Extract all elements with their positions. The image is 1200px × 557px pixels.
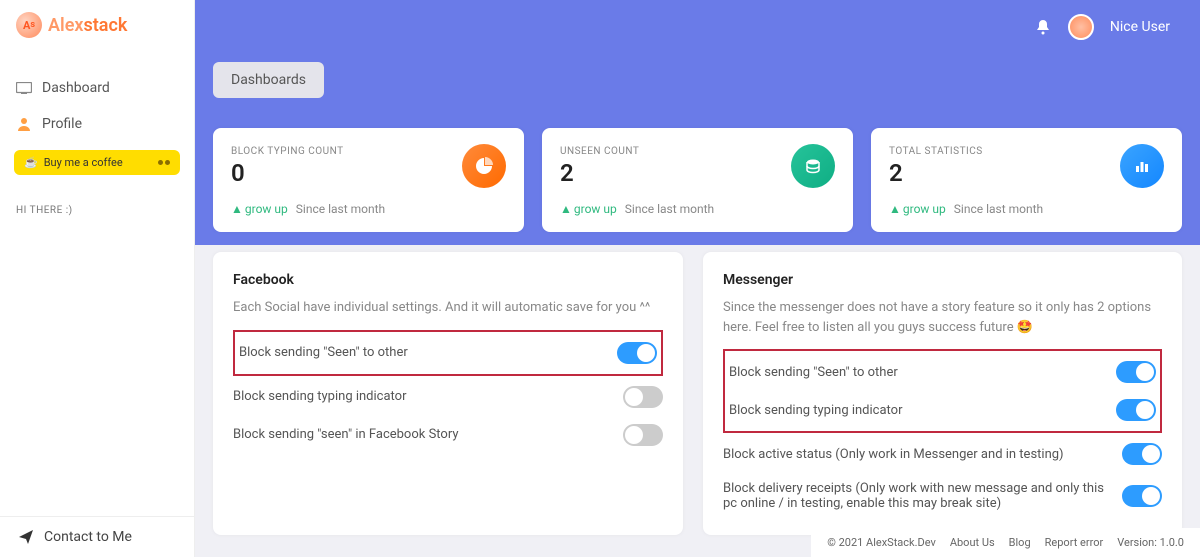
footer-blog-link[interactable]: Blog: [1009, 536, 1031, 549]
setting-label: Block active status (Only work in Messen…: [723, 447, 1064, 462]
fb-block-seen-row: Block sending "Seen" to other: [239, 334, 657, 372]
setting-label: Block sending "Seen" to other: [239, 345, 408, 360]
bell-icon[interactable]: [1034, 18, 1052, 36]
highlight-box: Block sending "Seen" to other: [233, 330, 663, 376]
setting-label: Block sending "Seen" to other: [729, 365, 898, 380]
sidebar-item-label: Dashboard: [42, 80, 110, 96]
fb-block-story-row: Block sending "seen" in Facebook Story: [233, 416, 663, 454]
stat-value: 2: [560, 159, 639, 187]
setting-label: Block sending typing indicator: [233, 389, 407, 404]
stat-card-unseen: UNSEEN COUNT 2 ▲ grow up Since last mont…: [542, 128, 853, 232]
user-icon: [16, 116, 32, 132]
panel-title: Messenger: [723, 272, 1162, 288]
sidebar-item-dashboard[interactable]: Dashboard: [0, 70, 194, 106]
coffee-label: Buy me a coffee: [44, 156, 123, 169]
sidebar: As Alexstack Dashboard Profile ☕: [0, 0, 195, 557]
ms-block-seen-row: Block sending "Seen" to other: [729, 353, 1156, 391]
pie-chart-icon: [462, 144, 506, 188]
logo[interactable]: As Alexstack: [0, 0, 194, 50]
dots-icon: [158, 160, 170, 165]
stat-card-block-typing: BLOCK TYPING COUNT 0 ▲ grow up Since las…: [213, 128, 524, 232]
main: Nice User Dashboards BLOCK TYPING COUNT …: [195, 0, 1200, 557]
footer-version: Version: 1.0.0: [1117, 536, 1184, 549]
sidebar-item-profile[interactable]: Profile: [0, 106, 194, 142]
facebook-panel: Facebook Each Social have individual set…: [213, 252, 683, 535]
stat-value: 0: [231, 159, 344, 187]
ms-block-active-toggle[interactable]: [1122, 443, 1162, 465]
logo-text: Alexstack: [48, 15, 127, 36]
footer: © 2021 AlexStack.Dev About Us Blog Repor…: [811, 528, 1200, 557]
bar-chart-icon: [1120, 144, 1164, 188]
fb-block-typing-toggle[interactable]: [623, 386, 663, 408]
fb-block-story-toggle[interactable]: [623, 424, 663, 446]
setting-label: Block sending "seen" in Facebook Story: [233, 427, 459, 442]
avatar[interactable]: [1068, 14, 1094, 40]
send-icon: [18, 529, 34, 545]
hi-there-label: HI THERE :): [0, 183, 194, 216]
sidebar-item-label: Profile: [42, 116, 82, 132]
panel-desc: Each Social have individual settings. An…: [233, 298, 663, 318]
messenger-panel: Messenger Since the messenger does not h…: [703, 252, 1182, 535]
tab-row: Dashboards: [213, 62, 1182, 98]
buy-coffee-button[interactable]: ☕ Buy me a coffee: [14, 150, 180, 175]
trend-up-icon: ▲ grow up: [889, 202, 946, 216]
stat-value: 2: [889, 159, 983, 187]
monitor-icon: [16, 80, 32, 96]
stat-label: TOTAL STATISTICS: [889, 146, 983, 157]
contact-button[interactable]: Contact to Me: [0, 516, 194, 557]
ms-block-typing-toggle[interactable]: [1116, 399, 1156, 421]
trend-up-icon: ▲ grow up: [231, 202, 288, 216]
ms-block-delivery-toggle[interactable]: [1122, 485, 1162, 507]
panel-desc: Since the messenger does not have a stor…: [723, 298, 1162, 337]
since-label: Since last month: [954, 202, 1043, 216]
coins-icon: [791, 144, 835, 188]
ms-block-typing-row: Block sending typing indicator: [729, 391, 1156, 429]
stat-cards: BLOCK TYPING COUNT 0 ▲ grow up Since las…: [213, 128, 1182, 232]
footer-copyright: © 2021 AlexStack.Dev: [827, 536, 936, 549]
stat-label: UNSEEN COUNT: [560, 146, 639, 157]
ms-block-delivery-row: Block delivery receipts (Only work with …: [723, 473, 1162, 519]
setting-label: Block sending typing indicator: [729, 403, 903, 418]
setting-label: Block delivery receipts (Only work with …: [723, 481, 1122, 511]
username-label: Nice User: [1110, 19, 1170, 35]
panel-title: Facebook: [233, 272, 663, 288]
stat-card-total: TOTAL STATISTICS 2 ▲ grow up Since last …: [871, 128, 1182, 232]
contact-label: Contact to Me: [44, 529, 132, 545]
since-label: Since last month: [296, 202, 385, 216]
topbar: Nice User: [195, 0, 1200, 54]
footer-about-link[interactable]: About Us: [950, 536, 995, 549]
fb-block-seen-toggle[interactable]: [617, 342, 657, 364]
stat-label: BLOCK TYPING COUNT: [231, 146, 344, 157]
tab-dashboards[interactable]: Dashboards: [213, 62, 324, 98]
trend-up-icon: ▲ grow up: [560, 202, 617, 216]
footer-report-link[interactable]: Report error: [1045, 536, 1104, 549]
ms-block-active-row: Block active status (Only work in Messen…: [723, 435, 1162, 473]
nav: Dashboard Profile: [0, 70, 194, 142]
since-label: Since last month: [625, 202, 714, 216]
ms-block-seen-toggle[interactable]: [1116, 361, 1156, 383]
coffee-icon: ☕: [24, 156, 38, 169]
logo-mark-icon: As: [16, 12, 42, 38]
fb-block-typing-row: Block sending typing indicator: [233, 378, 663, 416]
highlight-box: Block sending "Seen" to other Block send…: [723, 349, 1162, 433]
